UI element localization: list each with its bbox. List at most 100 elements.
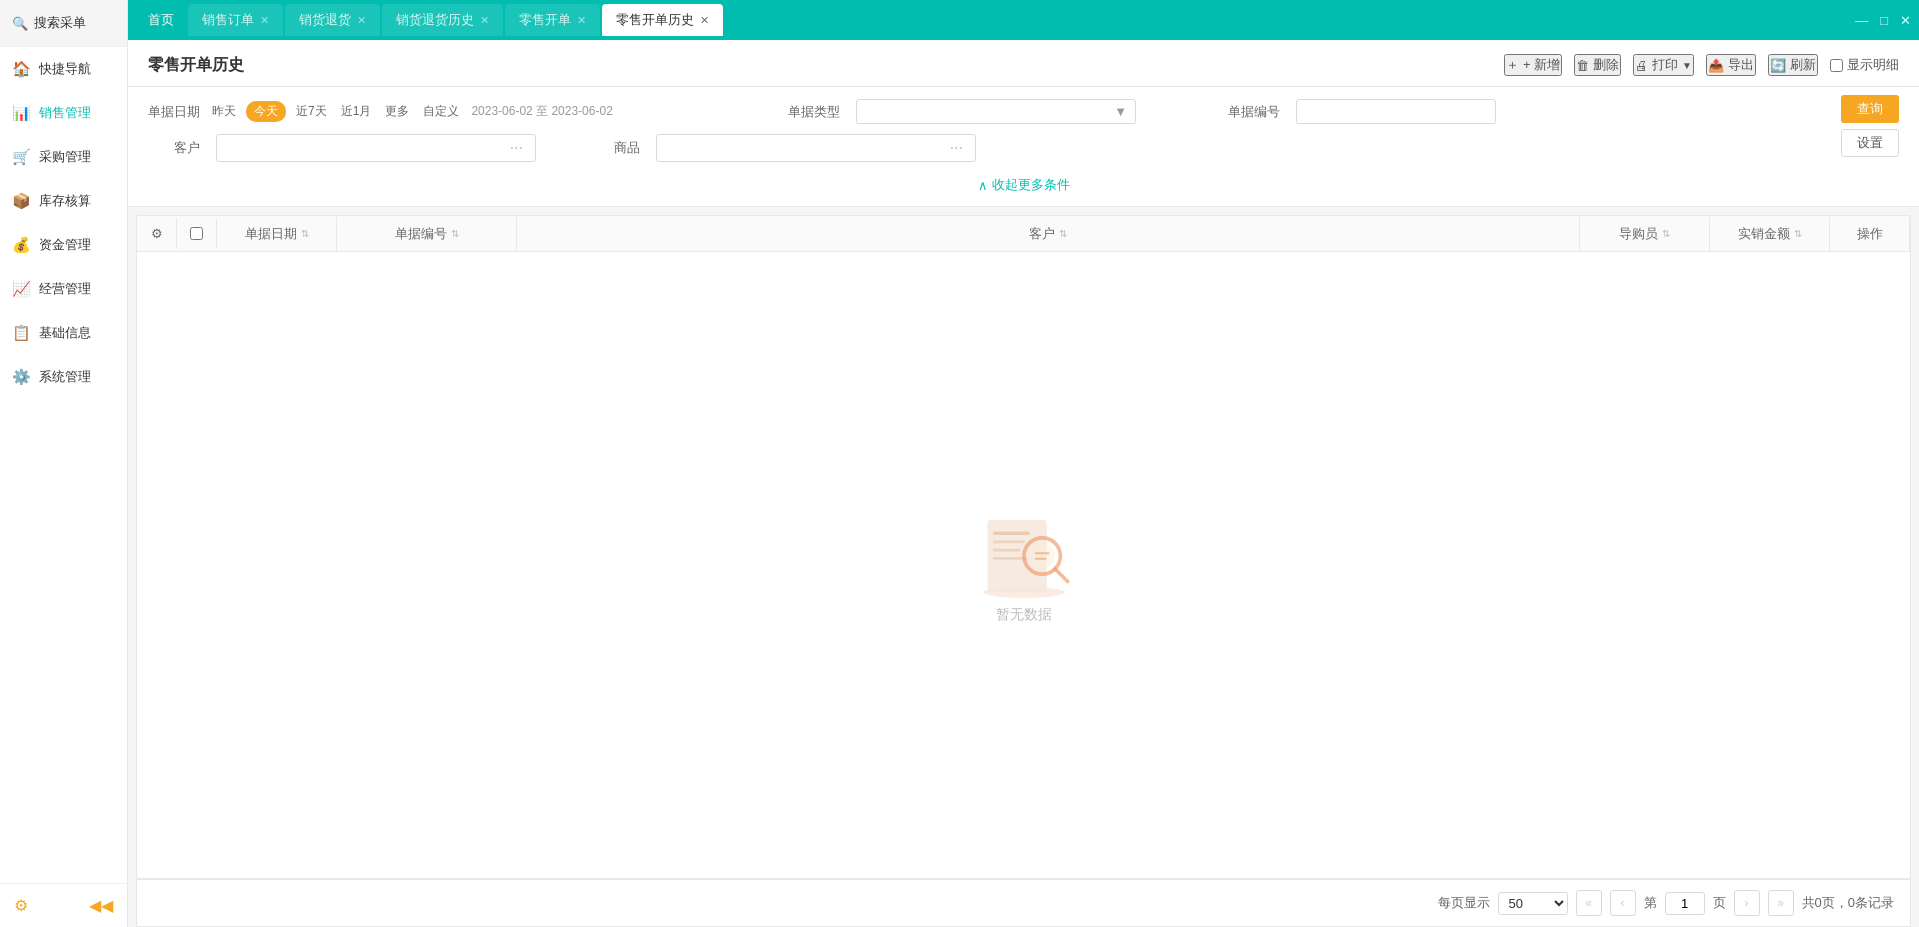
th-date[interactable]: 单据日期 ⇅	[217, 217, 337, 251]
close-tab-retail-open[interactable]: ✕	[577, 14, 586, 27]
collapse-btn[interactable]: ∧ 收起更多条件	[978, 176, 1070, 194]
sort-guide-icon: ⇅	[1662, 228, 1670, 239]
date-opt-today[interactable]: 今天	[246, 101, 286, 122]
tab-retail-history[interactable]: 零售开单历史 ✕	[602, 4, 723, 36]
th-amount[interactable]: 实销金额 ⇅	[1710, 217, 1830, 251]
table-header: ⚙ 单据日期 ⇅ 单据编号 ⇅ 客户 ⇅ 导购员	[137, 216, 1910, 252]
sidebar-search-label: 搜索采单	[34, 14, 86, 32]
tab-sales-return-history-label: 销货退货历史	[396, 11, 474, 29]
last-page-button[interactable]: »	[1768, 890, 1794, 916]
add-icon: ＋	[1506, 56, 1519, 74]
sidebar-item-finance[interactable]: 💰 资金管理	[0, 223, 127, 267]
box-icon: 📦	[12, 192, 31, 210]
date-opt-yesterday[interactable]: 昨天	[208, 101, 240, 122]
sidebar-item-label: 经营管理	[39, 280, 91, 298]
date-opt-more[interactable]: 更多	[381, 101, 413, 122]
th-number[interactable]: 单据编号 ⇅	[337, 217, 517, 251]
tab-sales-return[interactable]: 销货退货 ✕	[285, 4, 380, 36]
th-date-label: 单据日期	[245, 225, 297, 243]
goods-label: 商品	[588, 139, 648, 157]
filter-panel: 单据日期 昨天 今天 近7天 近1月 更多 自定义 2023-06-02 至 2…	[128, 87, 1919, 207]
settings-query-button[interactable]: 设置	[1841, 129, 1899, 157]
th-customer[interactable]: 客户 ⇅	[517, 217, 1580, 251]
sort-customer-icon: ⇅	[1059, 228, 1067, 239]
first-page-button[interactable]: «	[1576, 890, 1602, 916]
tab-home-label: 首页	[148, 11, 174, 29]
add-button[interactable]: ＋ + 新增	[1504, 54, 1562, 76]
close-tab-sales-return-history[interactable]: ✕	[480, 14, 489, 27]
page-header: 零售开单历史 ＋ + 新增 🗑 删除 🖨 打印 ▼ 📤 导出	[128, 40, 1919, 87]
sidebar-item-purchase-mgmt[interactable]: 🛒 采购管理	[0, 135, 127, 179]
date-opt-custom[interactable]: 自定义	[419, 101, 463, 122]
delete-icon: 🗑	[1576, 58, 1589, 73]
per-page-select[interactable]: 50 10 20 100	[1498, 892, 1568, 915]
close-tab-sales-order[interactable]: ✕	[260, 14, 269, 27]
delete-button[interactable]: 🗑 删除	[1574, 54, 1621, 76]
collapse-sidebar-icon[interactable]: ◀◀	[89, 896, 113, 915]
th-settings[interactable]: ⚙	[137, 218, 177, 249]
sidebar-item-operations[interactable]: 📈 经营管理	[0, 267, 127, 311]
sidebar-item-system-mgmt[interactable]: ⚙️ 系统管理	[0, 355, 127, 399]
sidebar-item-quick-nav[interactable]: 🏠 快捷导航	[0, 47, 127, 91]
close-tab-sales-return[interactable]: ✕	[357, 14, 366, 27]
doc-type-arrow-icon: ▼	[1114, 104, 1127, 119]
th-op: 操作	[1830, 217, 1910, 251]
settings-bottom-icon[interactable]: ⚙	[14, 896, 28, 915]
th-guide[interactable]: 导购员 ⇅	[1580, 217, 1710, 251]
next-page-button[interactable]: ›	[1734, 890, 1760, 916]
tab-retail-open[interactable]: 零售开单 ✕	[505, 4, 600, 36]
collapse-label: 收起更多条件	[992, 176, 1070, 194]
doc-number-input[interactable]	[1296, 99, 1496, 124]
select-all-checkbox[interactable]	[190, 227, 203, 240]
show-detail-checkbox[interactable]	[1830, 59, 1843, 72]
trend-icon: 📈	[12, 280, 31, 298]
sidebar-item-label: 销售管理	[39, 104, 91, 122]
main-area: 首页 销售订单 ✕ 销货退货 ✕ 销货退货历史 ✕ 零售开单 ✕ 零售开单历史 …	[128, 0, 1919, 927]
customer-ellipsis[interactable]: ···	[510, 139, 523, 157]
table-area: ⚙ 单据日期 ⇅ 单据编号 ⇅ 客户 ⇅ 导购员	[136, 215, 1911, 879]
sidebar-search[interactable]: 🔍 搜索采单	[0, 0, 127, 47]
sidebar-item-basic-info[interactable]: 📋 基础信息	[0, 311, 127, 355]
sidebar-item-label: 系统管理	[39, 368, 91, 386]
query-button[interactable]: 查询	[1841, 95, 1899, 123]
close-button[interactable]: ✕	[1900, 13, 1911, 28]
show-detail-label: 显示明细	[1847, 56, 1899, 74]
show-detail-checkbox-label[interactable]: 显示明细	[1830, 56, 1899, 74]
doc-type-select[interactable]: ▼	[856, 99, 1136, 124]
page-word: 第	[1644, 894, 1657, 912]
money-icon: 💰	[12, 236, 31, 254]
tab-sales-order[interactable]: 销售订单 ✕	[188, 4, 283, 36]
export-button[interactable]: 📤 导出	[1706, 54, 1756, 76]
goods-ellipsis[interactable]: ···	[950, 139, 963, 157]
settings-col-icon: ⚙	[151, 226, 163, 241]
empty-text: 暂无数据	[996, 606, 1052, 624]
total-info: 共0页，0条记录	[1802, 894, 1894, 912]
date-opt-1month[interactable]: 近1月	[337, 101, 376, 122]
close-tab-retail-history[interactable]: ✕	[700, 14, 709, 27]
tab-sales-return-history[interactable]: 销货退货历史 ✕	[382, 4, 503, 36]
minimize-button[interactable]: —	[1855, 13, 1868, 28]
tabbar: 首页 销售订单 ✕ 销货退货 ✕ 销货退货历史 ✕ 零售开单 ✕ 零售开单历史 …	[128, 0, 1919, 40]
svg-rect-4	[993, 549, 1020, 552]
tab-home[interactable]: 首页	[136, 4, 186, 36]
prev-page-button[interactable]: ‹	[1610, 890, 1636, 916]
print-button[interactable]: 🖨 打印 ▼	[1633, 54, 1694, 76]
export-icon: 📤	[1708, 58, 1724, 73]
page-title: 零售开单历史	[148, 55, 244, 76]
doc-icon: 📋	[12, 324, 31, 342]
maximize-button[interactable]: □	[1880, 13, 1888, 28]
date-opt-7days[interactable]: 近7天	[292, 101, 331, 122]
sidebar-item-inventory[interactable]: 📦 库存核算	[0, 179, 127, 223]
window-controls: — □ ✕	[1855, 13, 1911, 28]
svg-rect-3	[993, 541, 1025, 544]
empty-state: 暂无数据	[137, 252, 1910, 878]
date-label: 单据日期	[148, 103, 208, 121]
page-label: 页	[1713, 894, 1726, 912]
sidebar-item-sales-mgmt[interactable]: 📊 销售管理	[0, 91, 127, 135]
collapse-up-icon: ∧	[978, 178, 988, 193]
page-number-input[interactable]	[1665, 892, 1705, 915]
refresh-button[interactable]: 🔄 刷新	[1768, 54, 1818, 76]
th-customer-label: 客户	[1029, 225, 1055, 243]
th-checkbox[interactable]	[177, 219, 217, 248]
doc-type-label: 单据类型	[788, 103, 848, 121]
